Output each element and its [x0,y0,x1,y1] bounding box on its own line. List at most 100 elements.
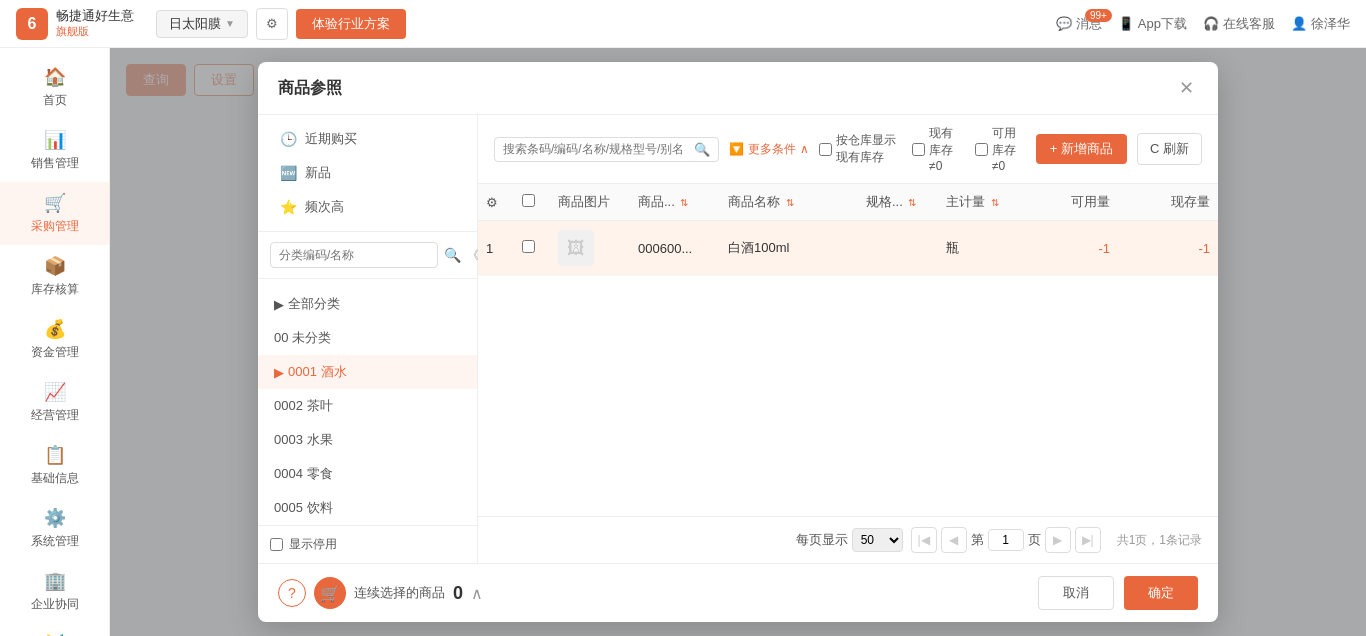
table-row[interactable]: 1 🖼 [478,221,1218,276]
gear-button[interactable]: ⚙ [256,8,288,40]
tab-recent-purchase[interactable]: 🕒 近期购买 [270,123,465,155]
sidebar-item-sales[interactable]: 📊 销售管理 [0,119,109,182]
app-download-button[interactable]: 📱 App下载 [1118,15,1187,33]
td-spec [858,221,938,276]
logo-icon: 6 [16,8,48,40]
sidebar-item-home-label: 首页 [43,92,67,109]
finance-icon: 💰 [44,318,66,340]
select-all-checkbox[interactable] [522,194,535,207]
sidebar-item-purchase-label: 采购管理 [31,218,79,235]
online-service-label: 在线客服 [1223,15,1275,33]
tab-high-frequency[interactable]: ⭐ 频次高 [270,191,465,223]
first-page-button[interactable]: |◀ [911,527,937,553]
top-right: 💬 消息 99+ 📱 App下载 🎧 在线客服 👤 徐泽华 [1056,15,1350,33]
cancel-button[interactable]: 取消 [1038,576,1114,610]
basic-info-icon: 📋 [44,444,66,466]
operations-icon: 📈 [44,381,66,403]
category-0001[interactable]: ▶ 0001 酒水 [258,355,477,389]
nav-dropdown-label: 日太阳膜 [169,15,221,33]
confirm-button[interactable]: 确定 [1124,576,1198,610]
sidebar-item-enterprise[interactable]: 🏢 企业协同 [0,560,109,623]
arrow-tri-icon: ▶ [274,365,284,380]
message-badge: 99+ [1085,9,1112,22]
category-all[interactable]: ▶ 全部分类 [258,287,477,321]
category-search-icon[interactable]: 🔍 [444,247,461,263]
sidebar-item-finance[interactable]: 💰 资金管理 [0,308,109,371]
sidebar-item-system[interactable]: ⚙️ 系统管理 [0,497,109,560]
check-current-stock-input[interactable] [912,143,925,156]
nav-dropdown[interactable]: 日太阳膜 ▼ [156,10,248,38]
sidebar-item-inventory[interactable]: 📦 库存核算 [0,245,109,308]
td-stock: -1 [1118,221,1218,276]
row-checkbox[interactable] [522,240,535,253]
new-product-icon: 🆕 [280,165,297,181]
modal-body: 🕒 近期购买 🆕 新品 ⭐ 频次高 [258,115,1218,563]
category-0005[interactable]: 0005 饮料 [258,491,477,525]
user-profile-button[interactable]: 👤 徐泽华 [1291,15,1350,33]
refresh-button[interactable]: C 刷新 [1137,133,1202,165]
tab-new-product[interactable]: 🆕 新品 [270,157,465,189]
category-00-label: 00 未分类 [274,329,331,347]
checkbox-filters: 按仓库显示现有库存 现有库存≠0 可用库存≠0 [819,125,1026,173]
system-icon: ⚙️ [44,507,66,529]
chevron-up-icon: ∧ [800,142,809,156]
category-0002[interactable]: 0002 茶叶 [258,389,477,423]
sidebar-item-home[interactable]: 🏠 首页 [0,56,109,119]
modal-close-button[interactable]: ✕ [1174,76,1198,100]
check-available-stock-input[interactable] [975,143,988,156]
check-warehouse-stock[interactable]: 按仓库显示现有库存 [819,132,900,166]
cart-icon[interactable]: 🛒 [314,577,346,609]
search-icon[interactable]: 🔍 [694,142,710,157]
message-button[interactable]: 💬 消息 99+ [1056,15,1102,33]
sidebar-item-guide[interactable]: 🔰 新手引导 [0,623,109,636]
th-name[interactable]: 商品名称 ⇅ [720,184,858,221]
show-disabled-checkbox[interactable] [270,538,283,551]
th-unit-label: 主计量 [946,194,985,209]
arrow-right-icon: ▶ [274,297,284,312]
collapse-cart-button[interactable]: ∧ [471,584,483,603]
next-page-button[interactable]: ▶ [1045,527,1071,553]
check-current-stock[interactable]: 现有库存≠0 [912,125,963,173]
sidebar-item-basic-info[interactable]: 📋 基础信息 [0,434,109,497]
sidebar-item-operations[interactable]: 📈 经营管理 [0,371,109,434]
prev-page-button[interactable]: ◀ [941,527,967,553]
more-filter-button[interactable]: 🔽 更多条件 ∧ [729,141,809,158]
category-0002-label: 0002 茶叶 [274,397,333,415]
category-0004[interactable]: 0004 零食 [258,457,477,491]
th-spec[interactable]: 规格... ⇅ [858,184,938,221]
settings-icon[interactable]: ⚙ [486,195,498,210]
modal-overlay: 商品参照 ✕ 🕒 近期购买 🆕 [110,48,1366,636]
left-tabs: 🕒 近期购买 🆕 新品 ⭐ 频次高 [258,115,477,232]
logo-text: 畅捷通好生意 [56,8,134,25]
last-page-button[interactable]: ▶| [1075,527,1101,553]
check-warehouse-stock-input[interactable] [819,143,832,156]
top-center: 日太阳膜 ▼ ⚙ 体验行业方案 [136,8,1056,40]
product-search-input[interactable] [503,142,690,156]
category-search-input[interactable] [270,242,438,268]
category-00[interactable]: 00 未分类 [258,321,477,355]
filter-label: 更多条件 [748,141,796,158]
category-0003[interactable]: 0003 水果 [258,423,477,457]
th-image-label: 商品图片 [558,194,610,209]
th-unit[interactable]: 主计量 ⇅ [938,184,1018,221]
star-icon: ⭐ [280,199,297,215]
category-0005-label: 0005 饮料 [274,499,333,517]
check-current-stock-label: 现有库存≠0 [929,125,963,173]
category-list: ▶ 全部分类 00 未分类 ▶ 0001 酒水 0002 茶 [258,279,477,525]
th-code-label: 商品... [638,194,675,209]
product-table-wrapper: ⚙ 商品图片 [478,184,1218,516]
help-icon[interactable]: ? [278,579,306,607]
th-spec-label: 规格... [866,194,903,209]
sidebar-item-purchase[interactable]: 🛒 采购管理 [0,182,109,245]
recent-icon: 🕒 [280,131,297,147]
per-page-label: 每页显示 [796,531,848,549]
online-service-button[interactable]: 🎧 在线客服 [1203,15,1275,33]
th-name-label: 商品名称 [728,194,780,209]
experience-button[interactable]: 体验行业方案 [296,9,406,39]
page-input[interactable]: 1 [988,529,1024,551]
add-product-button[interactable]: + 新增商品 [1036,134,1127,164]
app-download-label: App下载 [1138,15,1187,33]
check-available-stock[interactable]: 可用库存≠0 [975,125,1026,173]
th-code[interactable]: 商品... ⇅ [630,184,720,221]
per-page-select[interactable]: 10 20 50 100 [852,528,903,552]
